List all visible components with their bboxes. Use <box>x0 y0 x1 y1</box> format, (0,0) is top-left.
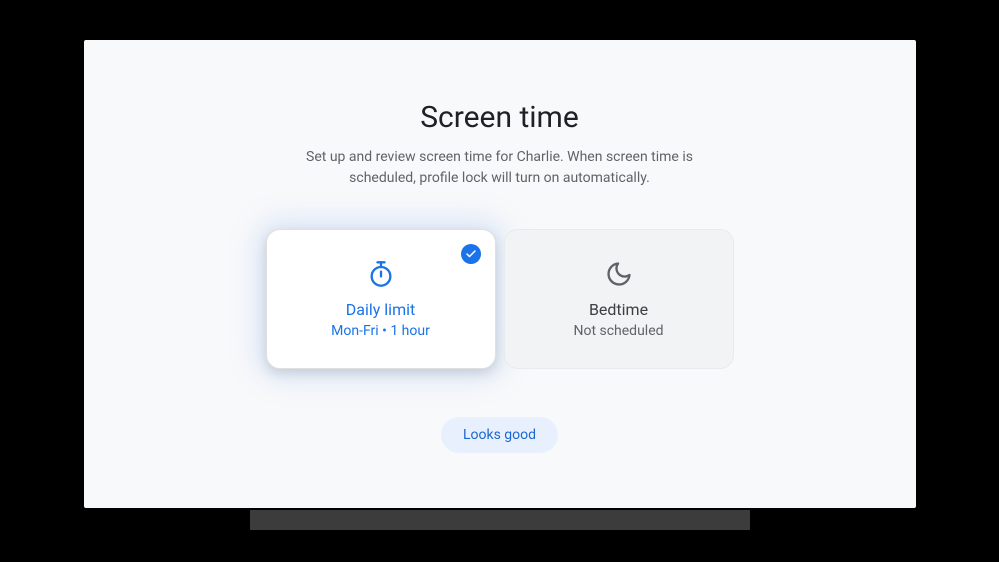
stopwatch-icon <box>367 260 395 288</box>
tv-stand-bar <box>250 510 750 530</box>
looks-good-button[interactable]: Looks good <box>441 417 558 453</box>
bedtime-subtitle: Not scheduled <box>573 323 663 339</box>
bedtime-card[interactable]: Bedtime Not scheduled <box>504 229 734 369</box>
screen-time-setup-screen: Screen time Set up and review screen tim… <box>84 40 916 508</box>
page-subtitle: Set up and review screen time for Charli… <box>300 147 700 189</box>
bedtime-title: Bedtime <box>589 300 648 319</box>
daily-limit-subtitle: Mon-Fri • 1 hour <box>331 323 430 339</box>
moon-icon <box>605 260 633 288</box>
daily-limit-card[interactable]: Daily limit Mon-Fri • 1 hour <box>266 229 496 369</box>
page-title: Screen time <box>420 100 579 135</box>
daily-limit-title: Daily limit <box>346 300 415 319</box>
options-container: Daily limit Mon-Fri • 1 hour Bedtime Not… <box>266 229 734 369</box>
check-icon <box>461 244 481 264</box>
